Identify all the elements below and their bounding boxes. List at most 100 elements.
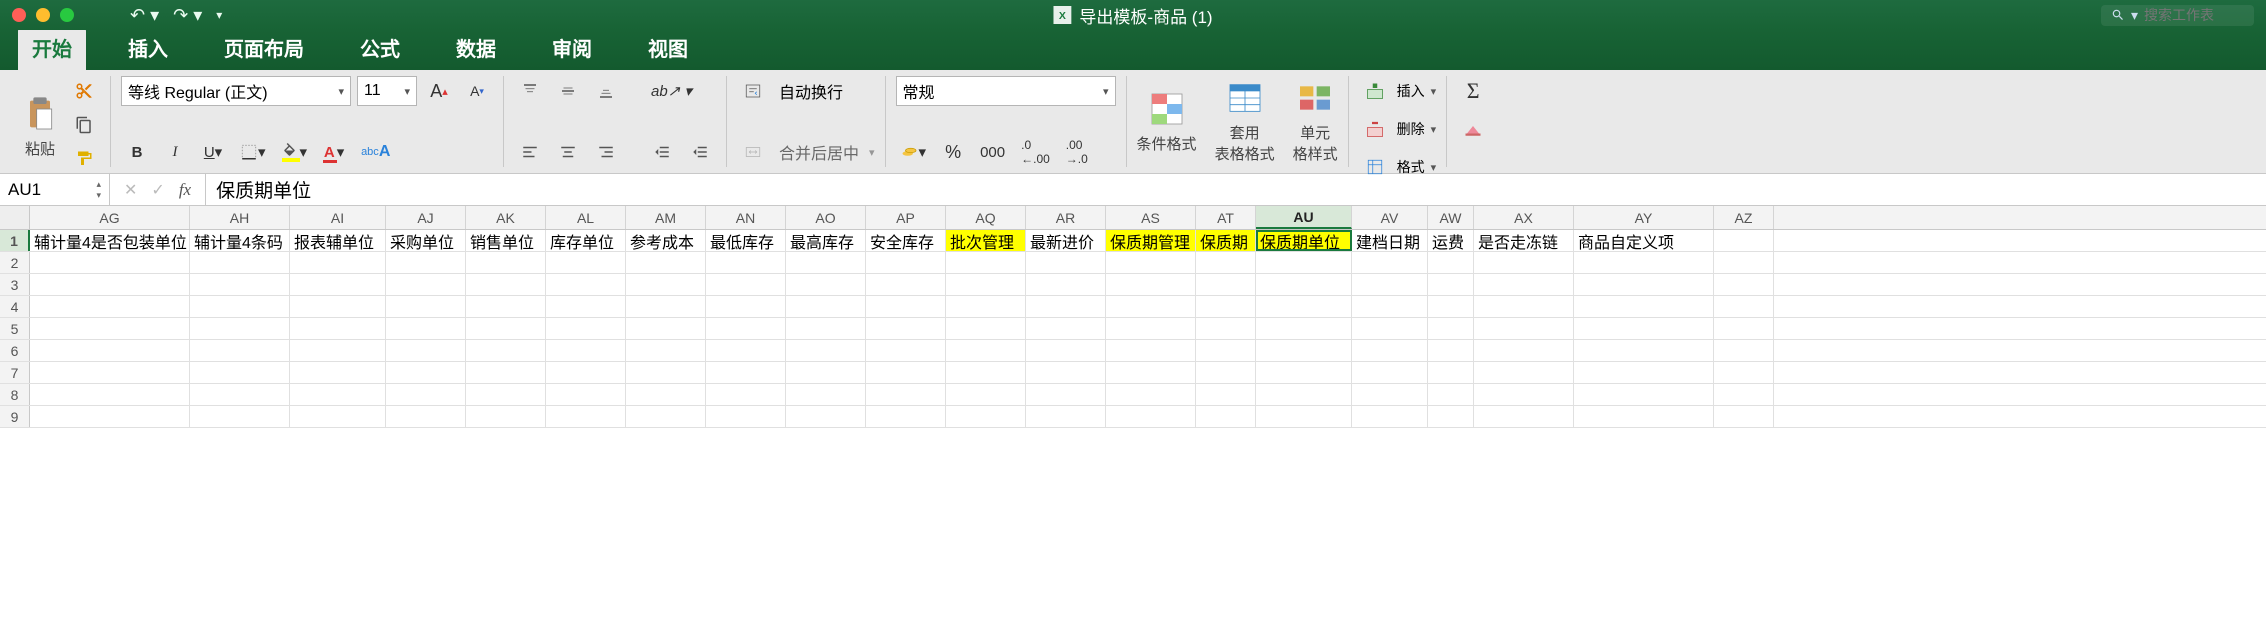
delete-cells-button[interactable] <box>1359 114 1391 144</box>
cell[interactable] <box>190 362 290 383</box>
cell[interactable] <box>946 274 1026 295</box>
cell[interactable] <box>30 252 190 273</box>
cell[interactable] <box>786 296 866 317</box>
cell[interactable] <box>706 384 786 405</box>
cell[interactable] <box>466 406 546 427</box>
cell[interactable] <box>1574 296 1714 317</box>
increase-font-button[interactable]: A▴ <box>423 76 455 106</box>
cell[interactable]: 保质期单位 <box>1256 230 1352 251</box>
column-header[interactable]: AZ <box>1714 206 1774 229</box>
fill-color-button[interactable]: ▾ <box>277 137 313 167</box>
cell[interactable] <box>1196 340 1256 361</box>
row-header[interactable]: 7 <box>0 362 30 383</box>
currency-button[interactable]: ▾ <box>896 137 932 167</box>
column-header[interactable]: AU <box>1256 206 1352 229</box>
copy-button[interactable] <box>68 110 100 140</box>
cell[interactable] <box>626 362 706 383</box>
column-header[interactable]: AI <box>290 206 386 229</box>
cell[interactable] <box>1474 340 1574 361</box>
cell[interactable] <box>1256 384 1352 405</box>
column-header[interactable]: AN <box>706 206 786 229</box>
align-center-button[interactable] <box>552 137 584 167</box>
cell[interactable] <box>1106 384 1196 405</box>
cell[interactable] <box>626 296 706 317</box>
cell[interactable] <box>706 318 786 339</box>
cell[interactable] <box>1352 318 1428 339</box>
cell[interactable] <box>466 340 546 361</box>
cell[interactable]: 最低库存 <box>706 230 786 251</box>
cell[interactable] <box>706 274 786 295</box>
cell[interactable] <box>946 318 1026 339</box>
tab-data[interactable]: 数据 <box>442 27 510 70</box>
cell[interactable] <box>386 340 466 361</box>
cell[interactable] <box>1574 384 1714 405</box>
undo-icon[interactable]: ↶ ▾ <box>130 5 159 26</box>
cell[interactable] <box>786 340 866 361</box>
cell[interactable] <box>290 362 386 383</box>
column-header[interactable]: AT <box>1196 206 1256 229</box>
cell[interactable] <box>1352 252 1428 273</box>
cell[interactable] <box>386 406 466 427</box>
cell[interactable] <box>290 384 386 405</box>
comma-button[interactable]: 000 <box>975 137 1010 167</box>
cell[interactable] <box>866 406 946 427</box>
cell[interactable] <box>30 362 190 383</box>
cell[interactable] <box>626 384 706 405</box>
cell[interactable] <box>1428 318 1474 339</box>
percent-button[interactable]: % <box>937 137 969 167</box>
cell[interactable]: 最新进价 <box>1026 230 1106 251</box>
cell[interactable] <box>1428 406 1474 427</box>
cell[interactable] <box>1714 406 1774 427</box>
cell[interactable] <box>546 252 626 273</box>
cell[interactable] <box>866 274 946 295</box>
cell[interactable] <box>786 252 866 273</box>
cell[interactable] <box>1574 318 1714 339</box>
tab-formulas[interactable]: 公式 <box>346 27 414 70</box>
cell[interactable] <box>1714 362 1774 383</box>
cell[interactable] <box>1714 252 1774 273</box>
cell[interactable] <box>786 318 866 339</box>
column-header[interactable]: AS <box>1106 206 1196 229</box>
enter-formula-icon[interactable]: ✓ <box>151 180 164 200</box>
cell[interactable] <box>30 274 190 295</box>
cell[interactable]: 报表辅单位 <box>290 230 386 251</box>
cell[interactable] <box>466 362 546 383</box>
cell[interactable] <box>1474 384 1574 405</box>
cell[interactable] <box>30 296 190 317</box>
cell[interactable]: 保质期 <box>1196 230 1256 251</box>
cell[interactable] <box>386 362 466 383</box>
cell[interactable] <box>1026 252 1106 273</box>
cell[interactable] <box>1574 362 1714 383</box>
decrease-indent-button[interactable] <box>646 137 678 167</box>
cell[interactable] <box>1196 406 1256 427</box>
autosum-button[interactable]: Σ <box>1457 76 1489 106</box>
cell[interactable] <box>1714 230 1774 251</box>
font-name-dropdown[interactable]: 等线 Regular (正文)▾ <box>121 76 351 106</box>
cell[interactable] <box>866 296 946 317</box>
cell[interactable] <box>1196 362 1256 383</box>
row-header[interactable]: 4 <box>0 296 30 317</box>
cell[interactable]: 采购单位 <box>386 230 466 251</box>
cell[interactable] <box>1352 406 1428 427</box>
decrease-font-button[interactable]: A▾ <box>461 76 493 106</box>
italic-button[interactable]: I <box>159 137 191 167</box>
cell[interactable] <box>706 296 786 317</box>
column-header[interactable]: AX <box>1474 206 1574 229</box>
cell[interactable]: 销售单位 <box>466 230 546 251</box>
cell[interactable] <box>466 296 546 317</box>
cell[interactable] <box>1714 274 1774 295</box>
cell[interactable] <box>1352 340 1428 361</box>
cell[interactable] <box>1196 318 1256 339</box>
cell[interactable] <box>466 384 546 405</box>
cell[interactable] <box>466 252 546 273</box>
cell[interactable]: 库存单位 <box>546 230 626 251</box>
align-top-button[interactable] <box>514 76 546 106</box>
cell[interactable] <box>386 274 466 295</box>
decrease-decimal-button[interactable]: .00→.0 <box>1061 137 1093 167</box>
cell[interactable] <box>946 252 1026 273</box>
cell[interactable] <box>1428 252 1474 273</box>
cell[interactable] <box>1352 362 1428 383</box>
cell[interactable] <box>546 384 626 405</box>
redo-icon[interactable]: ↷ ▾ <box>173 5 202 26</box>
cell[interactable] <box>30 384 190 405</box>
